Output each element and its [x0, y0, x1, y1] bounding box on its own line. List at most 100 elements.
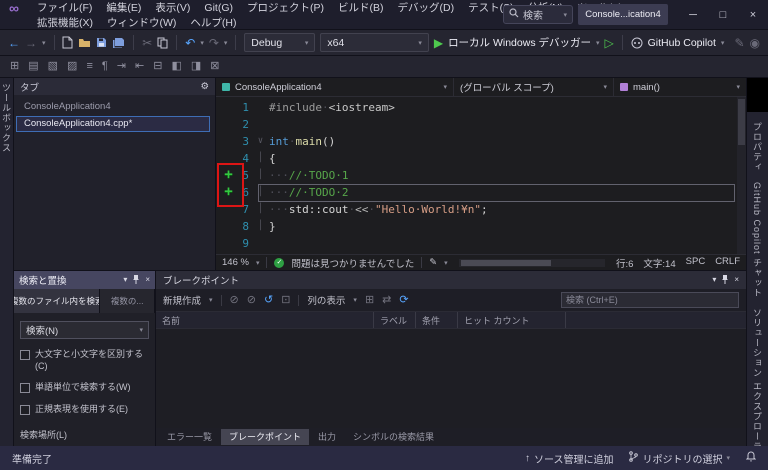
copy-icon[interactable]: [157, 37, 168, 49]
undo-icon[interactable]: ↶: [185, 37, 195, 49]
start-debugging-icon[interactable]: ▶: [434, 37, 443, 49]
editor-vertical-scrollbar[interactable]: [737, 97, 746, 254]
breakpoints-search-input[interactable]: [561, 292, 739, 308]
refresh-icon[interactable]: ⟳: [399, 294, 408, 306]
checkbox[interactable]: [20, 383, 30, 394]
panel-tab[interactable]: シンボルの検索結果: [345, 429, 442, 445]
find-option-row[interactable]: 大文字と小文字を区別する(C): [20, 349, 149, 372]
pin-icon[interactable]: [721, 274, 729, 286]
chevron-down-icon[interactable]: ▾: [596, 39, 600, 47]
whitespace-icon[interactable]: ¶: [102, 61, 108, 72]
grid-icon[interactable]: ⊞: [365, 294, 374, 306]
toolbox-tab[interactable]: ツールボックス: [0, 83, 13, 446]
chevron-down-icon[interactable]: ▾: [712, 276, 716, 284]
menu-item[interactable]: プロジェクト(P): [240, 0, 331, 15]
panel-tab[interactable]: ブレークポイント: [221, 429, 310, 445]
find-option-row[interactable]: 正規表現を使用する(E): [20, 404, 149, 416]
code-area[interactable]: 1 #include·<iostream> 2 3 ∨ int·main() 4 │{5 │ ··…: [216, 97, 746, 254]
close-icon[interactable]: ×: [145, 276, 150, 284]
code-line[interactable]: 5 │ ···//·TODO·1: [216, 167, 746, 184]
close-button[interactable]: ×: [738, 0, 768, 30]
checkbox[interactable]: [20, 405, 30, 416]
save-icon[interactable]: [96, 37, 107, 48]
chevron-down-icon[interactable]: ▾: [353, 296, 357, 304]
bookmark-toggle-icon[interactable]: ⊟: [153, 61, 162, 72]
column-header[interactable]: ラベル: [374, 312, 416, 328]
run-button-label[interactable]: ローカル Windows デバッガー: [448, 35, 591, 50]
copilot-label[interactable]: GitHub Copilot: [648, 37, 716, 49]
find-what-dropdown[interactable]: 検索(N) ▾: [20, 321, 149, 339]
notifications-bell-icon[interactable]: [745, 451, 757, 465]
member-dropdown[interactable]: main() ▾: [614, 78, 746, 96]
solution-platform-dropdown[interactable]: x64 ▾: [320, 33, 429, 52]
chevron-down-icon[interactable]: ▾: [123, 276, 127, 284]
export-icon[interactable]: ⊡: [281, 294, 290, 306]
menu-item[interactable]: Git(G): [197, 2, 240, 14]
menu-item[interactable]: ファイル(F): [30, 0, 99, 15]
bookmark-prev-icon[interactable]: ◧: [171, 61, 181, 72]
swap-icon[interactable]: ⇄: [382, 294, 391, 306]
column-header[interactable]: ヒット カウント: [458, 312, 566, 328]
start-without-debugging-icon[interactable]: ▷: [605, 37, 614, 49]
bookmark-next-icon[interactable]: ◨: [191, 61, 201, 72]
edit-mode-icon[interactable]: ✎: [429, 257, 437, 268]
scrollbar-thumb[interactable]: [460, 259, 551, 266]
chevron-down-icon[interactable]: ▾: [444, 259, 448, 267]
panel-tab[interactable]: エラー一覧: [159, 429, 220, 445]
code-line[interactable]: 6 │ ···//·TODO·2: [216, 184, 746, 202]
open-file-icon[interactable]: [78, 37, 91, 48]
chevron-down-icon[interactable]: ▾: [256, 259, 260, 267]
bookmark-clear-icon[interactable]: ⊠: [210, 61, 219, 72]
code-line[interactable]: 2: [216, 116, 746, 133]
menu-item[interactable]: 拡張機能(X): [30, 15, 100, 30]
scope-dropdown[interactable]: (グローバル スコープ) ▾: [454, 78, 614, 96]
new-file-icon[interactable]: [62, 36, 73, 49]
chevron-down-icon[interactable]: ▾: [224, 39, 228, 47]
eol-mode[interactable]: CRLF: [715, 256, 740, 270]
column-header[interactable]: 名前: [156, 312, 374, 328]
code-line[interactable]: 1 #include·<iostream>: [216, 99, 746, 116]
tool-window-tab[interactable]: GitHub Copilot チャット: [751, 182, 764, 298]
find-tab[interactable]: 複数のファイル内を検索: [14, 289, 101, 313]
column-header[interactable]: 条件: [416, 312, 458, 328]
columns-button[interactable]: 列の表示: [307, 293, 345, 307]
menu-item[interactable]: ウィンドウ(W): [100, 15, 183, 30]
line-structure-icon[interactable]: ≡: [86, 61, 92, 72]
document-tab[interactable]: ConsoleApplication4: [16, 99, 210, 115]
redo-icon[interactable]: ↷: [209, 37, 219, 49]
save-format-icon[interactable]: ▤: [28, 61, 38, 72]
indent-mode[interactable]: SPC: [686, 256, 706, 270]
feedback-icon[interactable]: ✎: [734, 37, 744, 49]
code-line[interactable]: 9: [216, 235, 746, 252]
repository-picker[interactable]: リポジトリの選択 ▾: [629, 451, 730, 466]
find-tab[interactable]: 複数の...: [100, 289, 155, 313]
code-line[interactable]: 8 │}: [216, 218, 746, 235]
menu-item[interactable]: ビルド(B): [331, 0, 391, 15]
save-all-icon[interactable]: [112, 37, 125, 49]
menu-item[interactable]: ヘルプ(H): [183, 15, 243, 30]
code-line[interactable]: 7 │ ···std::cout·<<·"Hello·World!¥n";: [216, 201, 746, 218]
project-dropdown[interactable]: ConsoleApplication4 ▾: [216, 78, 454, 96]
outdent-icon[interactable]: ⇤: [135, 61, 144, 72]
document-tab[interactable]: ConsoleApplication4.cpp*: [16, 116, 210, 132]
zoom-level[interactable]: 146 %: [222, 257, 249, 268]
gear-icon[interactable]: ⚙: [200, 81, 209, 92]
editor-horizontal-scrollbar[interactable]: [458, 258, 605, 267]
menu-item[interactable]: デバッグ(D): [391, 0, 462, 15]
code-line[interactable]: 3 ∨ int·main(): [216, 133, 746, 150]
menu-item[interactable]: 編集(E): [99, 0, 148, 15]
add-to-source-control[interactable]: ↑ ソース管理に追加: [525, 451, 614, 466]
find-option-row[interactable]: 単語単位で検索する(W): [20, 382, 149, 394]
interactive-window-icon[interactable]: ⊞: [10, 61, 19, 72]
scrollbar-thumb[interactable]: [738, 99, 745, 145]
delete-all-icon[interactable]: ⊘: [247, 294, 256, 306]
tool-window-tab[interactable]: プロパティ: [751, 122, 764, 172]
disable-all-icon[interactable]: ⊘: [230, 294, 239, 306]
github-copilot-icon[interactable]: [631, 37, 643, 49]
panel-tab[interactable]: 出力: [310, 429, 344, 445]
menu-item[interactable]: 表示(V): [148, 0, 197, 15]
navigate-forward-icon[interactable]: →: [25, 37, 37, 49]
comment-icon[interactable]: ▧: [48, 61, 58, 72]
chevron-down-icon[interactable]: ▾: [209, 296, 213, 304]
uncomment-icon[interactable]: ▨: [67, 61, 77, 72]
